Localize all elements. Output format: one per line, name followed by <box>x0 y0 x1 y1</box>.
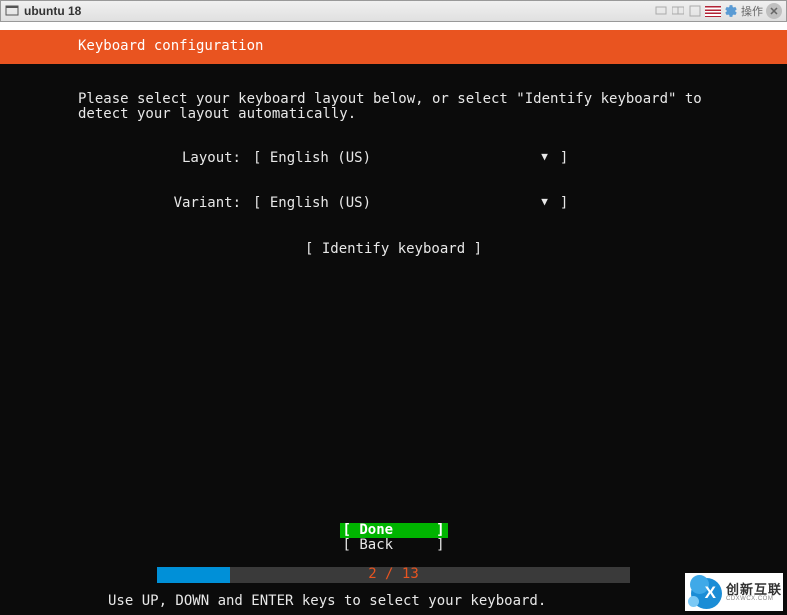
hint-text: Use UP, DOWN and ENTER keys to select yo… <box>0 594 787 615</box>
variant-row: Variant: [ English (US) ▼ ] <box>78 196 709 211</box>
window-icon[interactable] <box>688 4 702 18</box>
variant-label: Variant: <box>78 196 253 211</box>
close-icon[interactable]: ✕ <box>766 3 782 19</box>
layout-value: English (US) <box>270 150 371 166</box>
page-title: Keyboard configuration <box>78 39 263 54</box>
app-icon <box>5 4 19 18</box>
dual-screen-icon[interactable] <box>671 4 685 18</box>
main-content: Please select your keyboard layout below… <box>0 64 787 257</box>
layout-row: Layout: [ English (US) ▼ ] <box>78 151 709 166</box>
variant-dropdown[interactable]: [ English (US) ▼ ] <box>253 196 568 211</box>
bracket-open: [ <box>253 196 270 211</box>
done-button[interactable]: [ Done] <box>340 523 448 538</box>
gear-icon[interactable] <box>724 4 738 18</box>
us-flag-icon[interactable] <box>705 6 721 17</box>
action-menu[interactable]: 操作 <box>741 3 763 19</box>
identify-button[interactable]: [ Identify keyboard ] <box>78 242 709 257</box>
screen-icon[interactable] <box>654 4 668 18</box>
layout-dropdown[interactable]: [ English (US) ▼ ] <box>253 151 568 166</box>
bracket-close: ] <box>560 196 568 211</box>
identify-label: Identify keyboard <box>322 241 465 257</box>
progress-text: 2 / 13 <box>368 567 419 582</box>
page-header: Keyboard configuration <box>0 30 787 64</box>
back-button[interactable]: [ Back] <box>340 538 448 553</box>
watermark: X 创新互联 CDXWCX.COM <box>685 573 783 611</box>
nav-buttons: [ Done] [ Back] <box>0 523 787 554</box>
variant-value: English (US) <box>270 195 371 211</box>
window-title: ubuntu 18 <box>24 4 654 18</box>
watermark-sub: CDXWCX.COM <box>726 596 782 602</box>
watermark-logo-icon: X <box>688 575 722 609</box>
instruction-text: Please select your keyboard layout below… <box>78 92 709 123</box>
installer-screen: Keyboard configuration Please select you… <box>0 22 787 615</box>
top-border <box>0 22 787 30</box>
watermark-text: 创新互联 <box>726 583 782 596</box>
chevron-down-icon: ▼ <box>541 196 548 208</box>
progress-fill <box>157 567 230 583</box>
window-titlebar: ubuntu 18 操作 ✕ <box>0 0 787 22</box>
titlebar-controls: 操作 ✕ <box>654 3 782 19</box>
bracket-close: ] <box>560 151 568 166</box>
bottom-panel: [ Done] [ Back] 2 / 13 Use UP, DOWN and … <box>0 523 787 615</box>
chevron-down-icon: ▼ <box>541 151 548 163</box>
layout-label: Layout: <box>78 151 253 166</box>
bracket-open: [ <box>253 151 270 166</box>
progress-bar: 2 / 13 <box>157 566 630 584</box>
